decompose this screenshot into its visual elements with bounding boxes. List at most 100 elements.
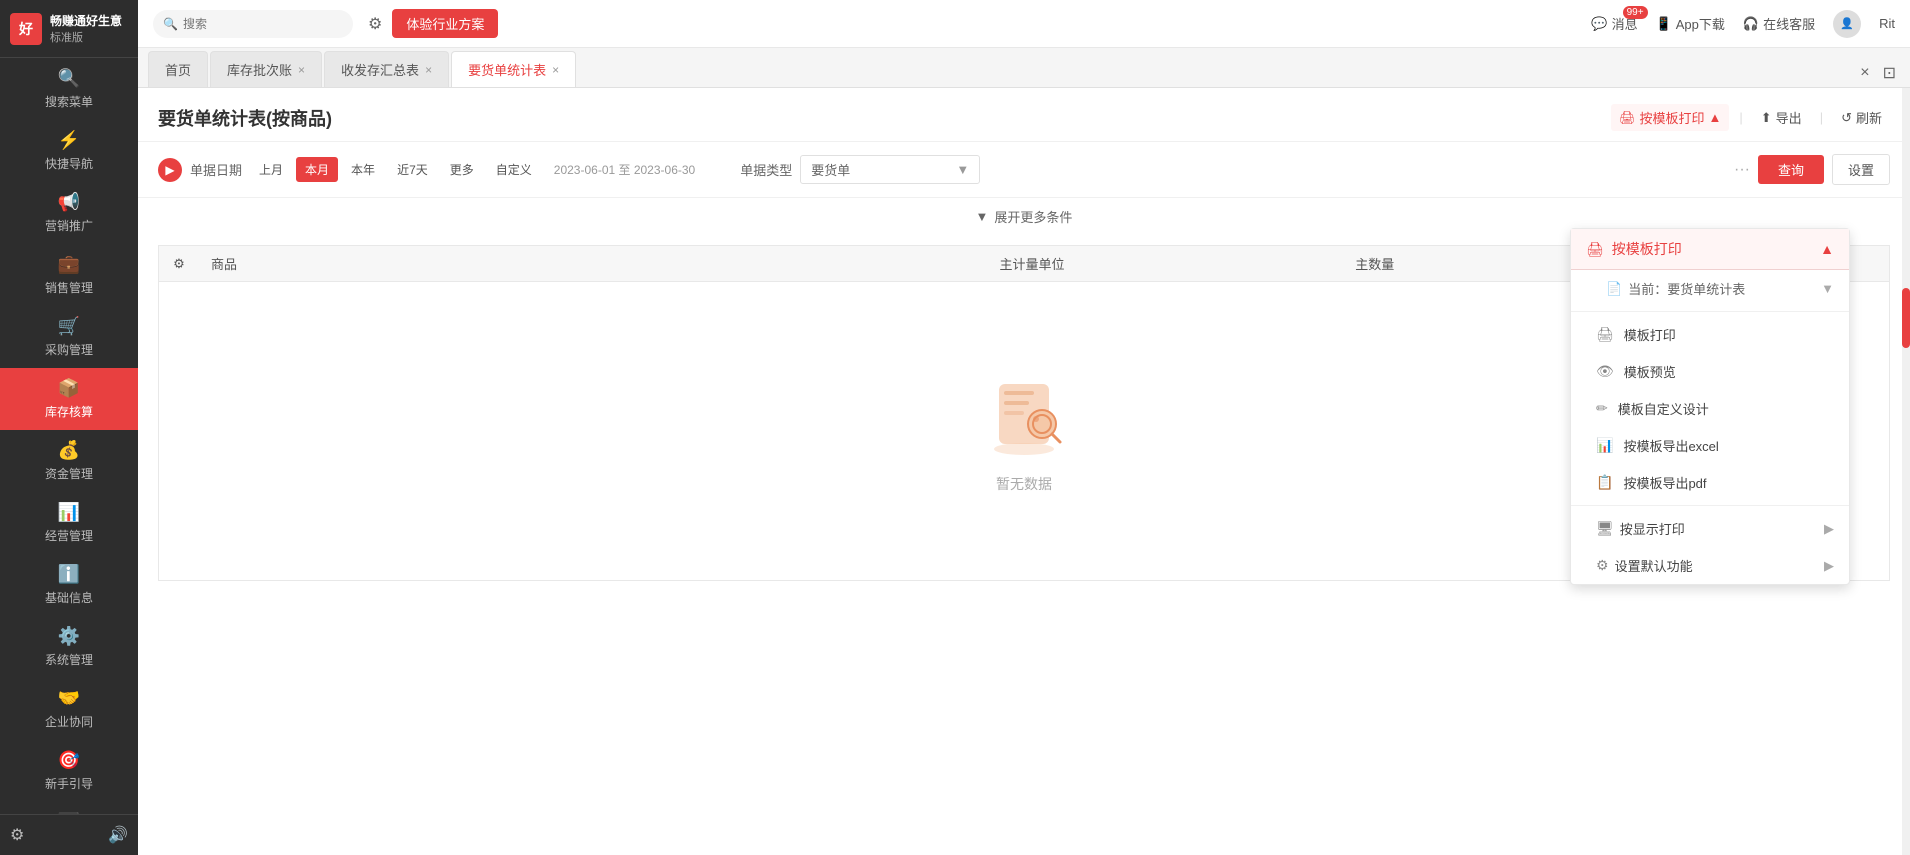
sidebar-item-marketing[interactable]: 📢 营销推广 [0, 182, 138, 244]
tab-home[interactable]: 首页 [148, 51, 208, 87]
filter-collapse-btn[interactable]: ▶ [158, 158, 182, 182]
col-settings[interactable]: ⚙ [159, 256, 199, 272]
date-range-display: 2023-06-01 至 2023-06-30 [554, 161, 695, 178]
type-filter-label: 单据类型 [740, 160, 792, 179]
dropdown-item-label: 模板自定义设计 [1618, 399, 1709, 418]
date-last-7-days-btn[interactable]: 近7天 [388, 157, 437, 182]
sidebar-item-basic[interactable]: ℹ️ 基础信息 [0, 554, 138, 616]
dropdown-template-print[interactable]: 🖨 模板打印 [1571, 316, 1849, 353]
dropdown-header[interactable]: 🖨 按模板打印 ▲ [1571, 229, 1849, 270]
dropdown-display-print[interactable]: 🖥 按显示打印 ▶ [1571, 510, 1849, 547]
app-logo-text: 畅赚通好生意 标准版 [50, 12, 122, 45]
date-buttons: 上月 本月 本年 近7天 更多 自定义 [250, 157, 541, 182]
export-label: 导出 [1776, 108, 1802, 127]
message-icon: 💬 [1591, 16, 1607, 32]
sidebar-item-sales[interactable]: 💼 销售管理 [0, 244, 138, 306]
sidebar-audio-icon[interactable]: 🔊 [108, 825, 128, 845]
tab-batch-account[interactable]: 库存批次账 × [210, 51, 322, 87]
dropdown-item-label: 按模板导出pdf [1623, 473, 1706, 492]
expand-label: 展开更多条件 [994, 207, 1072, 226]
sidebar-settings-icon[interactable]: ⚙ [10, 825, 24, 845]
query-btn[interactable]: 查询 [1758, 155, 1824, 184]
dropdown-current-template[interactable]: 📄 当前：要货单统计表 ▼ [1571, 270, 1849, 307]
message-btn[interactable]: 💬 消息 99+ [1591, 14, 1637, 33]
date-this-month-btn[interactable]: 本月 [296, 157, 338, 182]
col-unit-label: 主计量单位 [999, 257, 1064, 272]
tab-label: 首页 [165, 60, 191, 79]
highlight-btn[interactable]: 体验行业方案 [392, 9, 498, 38]
tab-receive-summary[interactable]: 收发存汇总表 × [324, 51, 449, 87]
dropdown-export-pdf[interactable]: 📋 按模板导出pdf [1571, 464, 1849, 501]
support-icon: 🎧 [1743, 16, 1759, 32]
app-download-btn[interactable]: 📱 App下载 [1656, 14, 1725, 33]
sidebar-item-search[interactable]: 🔍 搜索菜单 [0, 58, 138, 120]
sidebar-item-business[interactable]: 📊 经营管理 [0, 492, 138, 554]
sidebar-item-finance[interactable]: 💰 资金管理 [0, 430, 138, 492]
tab-order-stats[interactable]: 要货单统计表 × [451, 51, 576, 87]
type-filter-select[interactable]: 要货单 ▼ [800, 155, 980, 184]
search-box[interactable]: 🔍 [153, 10, 353, 38]
dropdown-default-func[interactable]: ⚙ 设置默认功能 ▶ [1571, 547, 1849, 584]
sidebar-item-purchase[interactable]: 🛒 采购管理 [0, 306, 138, 368]
date-prev-month-btn[interactable]: 上月 [250, 157, 292, 182]
tab-close-icon[interactable]: × [298, 63, 305, 77]
tab-bar: 首页 库存批次账 × 收发存汇总表 × 要货单统计表 × × ⊡ [138, 48, 1910, 88]
tab-label: 库存批次账 [227, 60, 292, 79]
refresh-btn[interactable]: ↺ 刷新 [1833, 104, 1890, 131]
online-support-btn[interactable]: 🎧 在线客服 [1743, 14, 1815, 33]
sidebar-item-label: 搜索菜单 [45, 93, 93, 110]
topbar: 🔍 ⚙ 体验行业方案 💬 消息 99+ 📱 App下载 🎧 在线客服 👤 [138, 0, 1910, 48]
printer-icon: 🖨 [1586, 241, 1604, 258]
username-label: Rit [1879, 16, 1895, 31]
sidebar-item-collab[interactable]: 🤝 企业协同 [0, 678, 138, 740]
pdf-icon: 📋 [1596, 474, 1613, 491]
user-avatar[interactable]: 👤 [1833, 10, 1861, 38]
export-btn[interactable]: ⬆ 导出 [1753, 104, 1810, 131]
content-header: 要货单统计表(按商品) 🖨 按模板打印 ▲ | ⬆ 导出 | ↺ 刷新 [138, 88, 1910, 142]
scrollbar-thumb[interactable] [1902, 288, 1910, 348]
business-icon: 📊 [58, 502, 80, 523]
more-options-icon[interactable]: ··· [1734, 161, 1750, 179]
col-qty-label: 主数量 [1355, 257, 1394, 272]
date-custom-btn[interactable]: 自定义 [487, 157, 541, 182]
empty-state: 暂无数据 [974, 309, 1074, 554]
purchase-icon: 🛒 [58, 316, 80, 337]
date-more-btn[interactable]: 更多 [441, 157, 483, 182]
message-badge: 99+ [1623, 6, 1648, 19]
dropdown-export-excel[interactable]: 📊 按模板导出excel [1571, 427, 1849, 464]
dropdown-collapse-icon[interactable]: ▲ [1820, 241, 1834, 257]
guide-icon: 🎯 [58, 750, 80, 771]
tab-close-icon[interactable]: × [425, 63, 432, 77]
sidebar-item-label: 新手引导 [45, 775, 93, 792]
sidebar-item-label: 系统管理 [45, 651, 93, 668]
sidebar-item-guide[interactable]: 🎯 新手引导 [0, 740, 138, 802]
dropdown-separator-2 [1571, 505, 1849, 506]
sidebar-item-quick-nav[interactable]: ⚡ 快捷导航 [0, 120, 138, 182]
settings-btn[interactable]: 设置 [1832, 154, 1890, 185]
expand-more-btn[interactable]: ▼ 展开更多条件 [956, 202, 1093, 231]
search-input[interactable] [183, 17, 323, 31]
sidebar-item-label: 采购管理 [45, 341, 93, 358]
inventory-icon: 📦 [58, 378, 80, 399]
tab-close-icon[interactable]: × [552, 63, 559, 77]
window-close-btn[interactable]: × [1856, 60, 1873, 86]
dropdown-default-right: ⚙ 设置默认功能 [1596, 556, 1814, 575]
gear2-icon: ⚙ [1596, 557, 1609, 574]
filter-bar: ▶ 单据日期 上月 本月 本年 近7天 更多 自定义 2023-06-01 至 … [138, 142, 1910, 198]
marketing-icon: 📢 [58, 192, 80, 213]
sidebar-item-label: 营销推广 [45, 217, 93, 234]
sidebar-item-inventory[interactable]: 📦 库存核算 [0, 368, 138, 430]
print-template-btn[interactable]: 🖨 按模板打印 ▲ [1611, 104, 1729, 131]
date-this-year-btn[interactable]: 本年 [342, 157, 384, 182]
sidebar-nav: 🔍 搜索菜单 ⚡ 快捷导航 📢 营销推广 💼 销售管理 🛒 采购管理 📦 库存核… [0, 58, 138, 814]
dropdown-template-preview[interactable]: 👁 模板预览 [1571, 353, 1849, 390]
window-resize-btn[interactable]: ⊡ [1879, 59, 1900, 87]
dropdown-template-custom[interactable]: ✏ 模板自定义设计 [1571, 390, 1849, 427]
col-qty: 主数量 [1203, 254, 1546, 273]
sidebar-bottom: ⚙ 🔊 [0, 814, 138, 855]
topbar-gear-icon[interactable]: ⚙ [368, 14, 382, 34]
sidebar-item-system[interactable]: ⚙️ 系统管理 [0, 616, 138, 678]
column-settings-icon[interactable]: ⚙ [173, 256, 185, 271]
topbar-right: 💬 消息 99+ 📱 App下载 🎧 在线客服 👤 Rit [1591, 10, 1895, 38]
sidebar-item-app-center[interactable]: 🔲 应用中心 [0, 802, 138, 814]
